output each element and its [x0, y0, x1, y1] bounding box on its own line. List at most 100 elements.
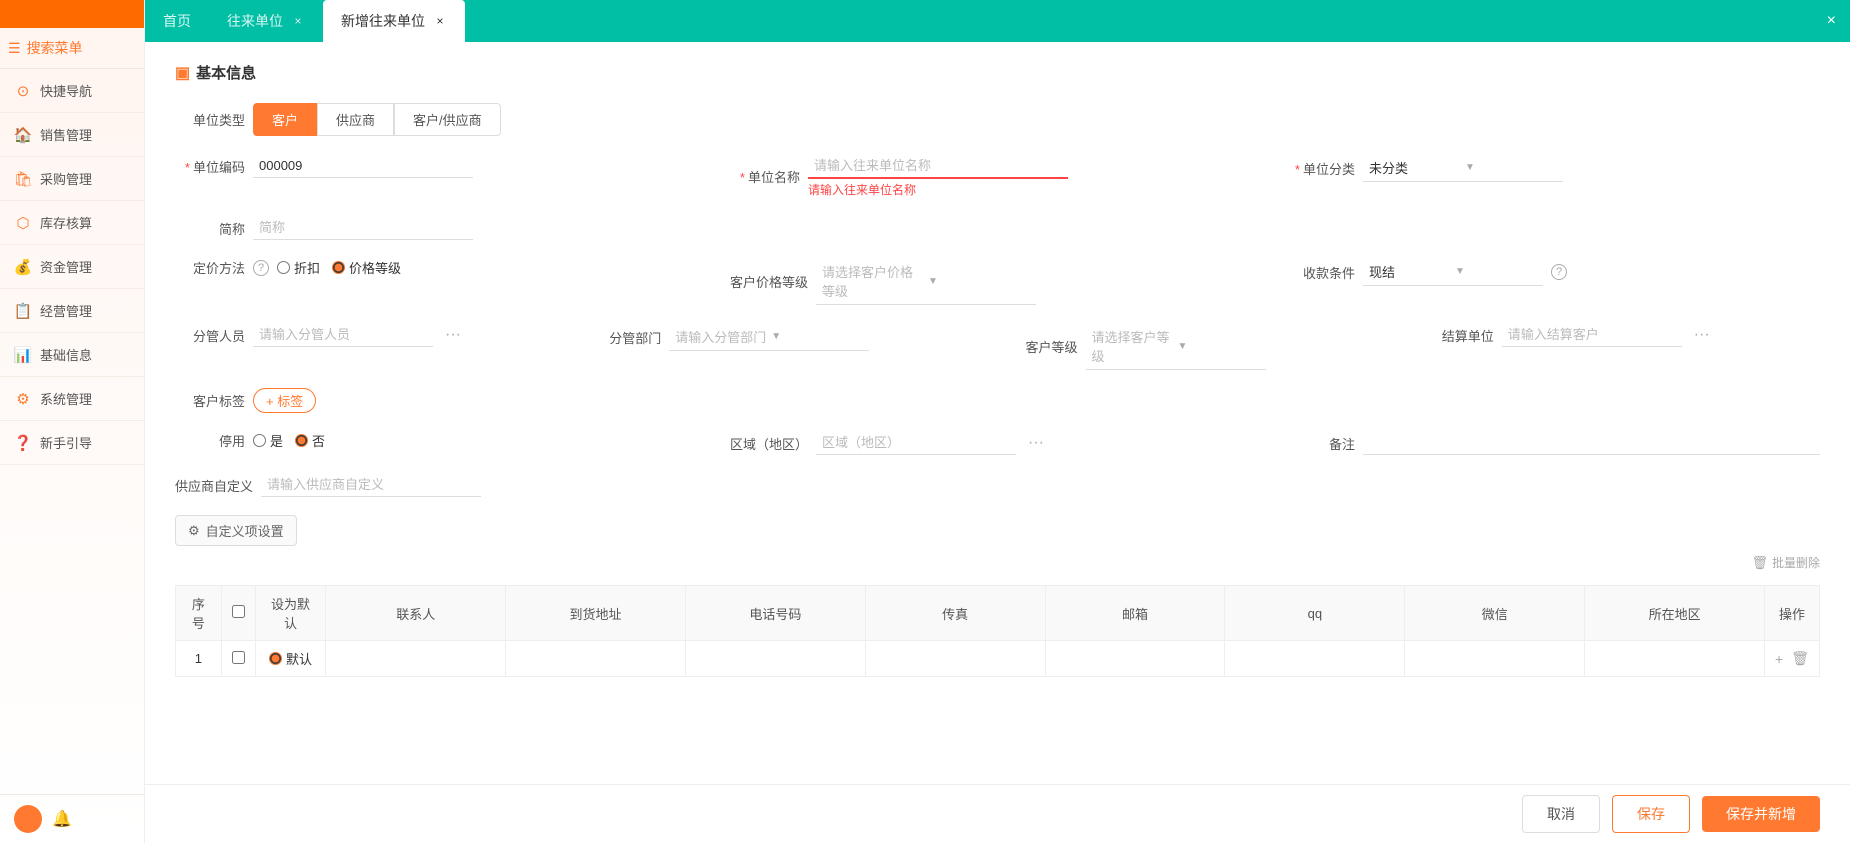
tab-new-partner[interactable]: 新增往来单位 × [323, 0, 465, 42]
unit-type-supplier[interactable]: 供应商 [317, 103, 394, 136]
supplier-custom-input[interactable] [261, 473, 481, 497]
tabbar-close-icon[interactable]: × [1827, 12, 1836, 30]
sidebar-item-purchase[interactable]: 🛍 采购管理 [0, 157, 144, 201]
region-more[interactable]: ··· [1024, 434, 1048, 452]
region-label: 区域（地区） [730, 434, 808, 453]
sidebar-item-sales[interactable]: 🏠 销售管理 [0, 113, 144, 157]
manager-more[interactable]: ··· [441, 326, 465, 344]
tab-home[interactable]: 首页 [145, 0, 209, 42]
qq-input[interactable] [1235, 651, 1394, 666]
customer-tag-label: 客户标签 [175, 391, 245, 410]
customer-price-level-arrow: ▼ [928, 276, 1030, 287]
disabled-no-option[interactable]: 否 [295, 431, 325, 450]
row-actions: + 🗑 [1775, 650, 1809, 667]
disabled-yes-option[interactable]: 是 [253, 431, 283, 450]
sidebar-item-basic-info[interactable]: 📊 基础信息 [0, 333, 144, 377]
phone-input[interactable] [696, 651, 855, 666]
disabled-yes-radio[interactable] [253, 434, 266, 447]
disabled-yes-label: 是 [270, 431, 283, 450]
batch-delete-label[interactable]: 批量删除 [1772, 554, 1820, 571]
region-input[interactable] [816, 431, 1016, 455]
customer-price-level-label: 客户价格等级 [730, 272, 808, 291]
cancel-button[interactable]: 取消 [1522, 795, 1600, 833]
short-name-input[interactable] [253, 216, 473, 240]
customer-level-select[interactable]: 请选择客户等级 ▼ [1086, 323, 1266, 370]
tab-partners-label: 往来单位 [227, 11, 283, 31]
cell-fax[interactable] [865, 641, 1045, 677]
pricing-level-option[interactable]: 价格等级 [332, 258, 401, 277]
unit-code-label: 单位编码 [175, 157, 245, 176]
sidebar-inventory-label: 库存核算 [40, 213, 92, 232]
manager-group: 分管人员 ··· [175, 323, 571, 347]
manager-label: 分管人员 [175, 326, 245, 345]
unit-type-both[interactable]: 客户/供应商 [394, 103, 501, 136]
pricing-discount-option[interactable]: 折扣 [277, 258, 320, 277]
cell-address[interactable] [506, 641, 686, 677]
customer-tag-row: 客户标签 + 标签 [175, 388, 1820, 413]
sidebar-item-search[interactable]: ☰ 搜索菜单 [0, 28, 144, 69]
save-new-button[interactable]: 保存并新增 [1702, 796, 1820, 832]
add-tag-button[interactable]: + 标签 [253, 388, 316, 413]
sidebar-item-operations[interactable]: 📋 经营管理 [0, 289, 144, 333]
short-name-group: 简称 [175, 216, 1820, 240]
pricing-level-radio[interactable] [332, 261, 345, 274]
basic-info-icon: 📊 [14, 346, 32, 364]
select-all-checkbox[interactable] [232, 605, 245, 618]
contact-input[interactable] [336, 651, 495, 666]
cell-phone[interactable] [685, 641, 865, 677]
unit-code-input[interactable] [253, 154, 473, 178]
sidebar-quick-nav-label: 快捷导航 [40, 81, 92, 100]
cell-wechat[interactable] [1405, 641, 1585, 677]
save-button[interactable]: 保存 [1612, 795, 1690, 833]
remarks-input[interactable] [1363, 431, 1820, 455]
col-actions: 操作 [1764, 586, 1819, 641]
payment-terms-label: 收款条件 [1285, 263, 1355, 282]
email-input[interactable] [1056, 651, 1215, 666]
address-input[interactable] [516, 651, 675, 666]
department-select[interactable]: 请输入分管部门 ▼ [669, 323, 869, 351]
notification-icon[interactable]: 🔔 [52, 809, 72, 829]
pricing-discount-label: 折扣 [294, 258, 320, 277]
unit-name-input[interactable] [808, 154, 1068, 179]
sidebar-item-inventory[interactable]: ⬡ 库存核算 [0, 201, 144, 245]
manager-input[interactable] [253, 323, 433, 347]
default-radio-label[interactable]: 默认 [266, 649, 316, 668]
sidebar-item-finance[interactable]: 💰 资金管理 [0, 245, 144, 289]
settlement-unit-more[interactable]: ··· [1690, 326, 1714, 344]
unit-type-customer[interactable]: 客户 [253, 103, 317, 136]
row-checkbox[interactable] [232, 651, 245, 664]
tab-partners-close[interactable]: × [291, 14, 305, 28]
remarks-label: 备注 [1285, 434, 1355, 453]
row-region-input[interactable] [1595, 651, 1754, 666]
unit-category-select[interactable]: 未分类 ▼ [1363, 154, 1563, 182]
batch-delete-area: 🗑 批量删除 [175, 554, 1820, 571]
disabled-radios: 是 否 [253, 431, 325, 450]
cell-email[interactable] [1045, 641, 1225, 677]
cell-region[interactable] [1585, 641, 1765, 677]
sidebar-item-guide[interactable]: ❓ 新手引导 [0, 421, 144, 465]
pricing-method-help[interactable]: ? [253, 260, 269, 276]
sidebar-item-quick-nav[interactable]: ⊙ 快捷导航 [0, 69, 144, 113]
cell-contact[interactable] [326, 641, 506, 677]
inventory-icon: ⬡ [14, 214, 32, 232]
tabbar: 首页 往来单位 × 新增往来单位 × × [145, 0, 1850, 42]
payment-terms-help[interactable]: ? [1551, 264, 1567, 280]
disabled-no-radio[interactable] [295, 434, 308, 447]
tab-new-partner-close[interactable]: × [433, 14, 447, 28]
wechat-input[interactable] [1415, 651, 1574, 666]
tab-partners[interactable]: 往来单位 × [209, 0, 323, 42]
settlement-unit-input[interactable] [1502, 323, 1682, 347]
customer-tag-group: 客户标签 + 标签 [175, 388, 1820, 413]
row-add-icon[interactable]: + [1775, 651, 1783, 667]
row-delete-icon[interactable]: 🗑 [1791, 650, 1809, 667]
sidebar-item-system[interactable]: ⚙ 系统管理 [0, 377, 144, 421]
fax-input[interactable] [876, 651, 1035, 666]
pricing-discount-radio[interactable] [277, 261, 290, 274]
customer-price-level-select[interactable]: 请选择客户价格等级 ▼ [816, 258, 1036, 305]
payment-terms-select[interactable]: 现结 ▼ [1363, 258, 1543, 286]
unit-name-group: 单位名称 请输入往来单位名称 [730, 154, 1265, 198]
col-email: 邮箱 [1045, 586, 1225, 641]
custom-settings-button[interactable]: ⚙ 自定义项设置 [175, 515, 297, 546]
default-radio[interactable] [269, 652, 282, 665]
cell-qq[interactable] [1225, 641, 1405, 677]
